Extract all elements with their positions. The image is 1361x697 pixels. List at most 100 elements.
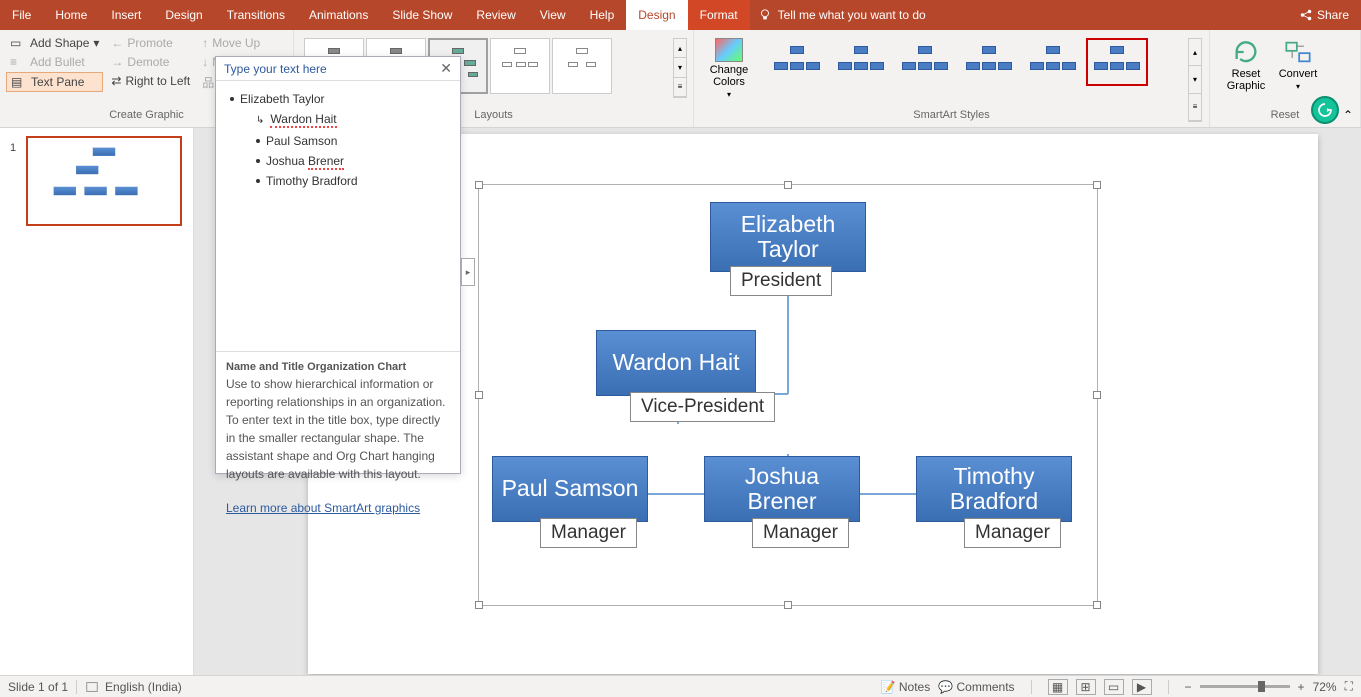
slide-thumbnail-1[interactable] xyxy=(26,136,182,226)
tab-file[interactable]: File xyxy=(0,0,43,30)
move-up-button[interactable]: ↑Move Up xyxy=(198,34,279,52)
styles-more[interactable]: ≡ xyxy=(1189,94,1201,121)
tab-transitions[interactable]: Transitions xyxy=(215,0,297,30)
thumbnail-number: 1 xyxy=(10,142,16,154)
add-shape-button[interactable]: ▭Add Shape ▾ xyxy=(6,34,103,52)
status-bar: Slide 1 of 1 English (India) 📝 Notes 💬 C… xyxy=(0,675,1361,697)
text-pane-item-4[interactable]: Joshua Brener xyxy=(230,151,446,171)
tell-me-search[interactable]: Tell me what you want to do xyxy=(758,8,926,22)
org-node-mgr3[interactable]: Timothy Bradford xyxy=(916,456,1072,522)
status-language[interactable]: English (India) xyxy=(105,680,182,694)
tab-insert[interactable]: Insert xyxy=(99,0,153,30)
org-node-mgr1[interactable]: Paul Samson xyxy=(492,456,648,522)
layout-option-5[interactable] xyxy=(552,38,612,94)
tab-review[interactable]: Review xyxy=(464,0,527,30)
style-option-5[interactable] xyxy=(1022,38,1084,86)
text-pane-item-2[interactable]: ↳Wardon Hait xyxy=(230,109,446,131)
org-title-mgr3[interactable]: Manager xyxy=(964,518,1061,548)
assistant-arrow-icon: ↳ xyxy=(256,115,264,126)
layouts-more[interactable]: ≡ xyxy=(674,78,686,97)
styles-scroll-up[interactable]: ▴ xyxy=(1189,39,1201,66)
reset-label: Reset Graphic xyxy=(1224,68,1268,92)
tab-smartart-format[interactable]: Format xyxy=(688,0,750,30)
zoom-in-button[interactable]: + xyxy=(1298,680,1305,694)
spellcheck-icon[interactable] xyxy=(85,680,99,694)
text-pane-body[interactable]: Elizabeth Taylor ↳Wardon Hait Paul Samso… xyxy=(216,81,460,351)
rtl-icon: ⇄ xyxy=(111,74,121,88)
text-pane-toggle[interactable]: ▸ xyxy=(461,258,475,286)
text-pane-item-5[interactable]: Timothy Bradford xyxy=(230,171,446,191)
bullet-icon xyxy=(256,159,260,163)
view-sorter-button[interactable]: ⊞ xyxy=(1076,679,1096,695)
text-pane-info-title: Name and Title Organization Chart xyxy=(226,361,406,373)
smartart-learn-more-link[interactable]: Learn more about SmartArt graphics xyxy=(226,501,420,515)
fit-to-window-button[interactable]: ⛶ xyxy=(1345,679,1353,694)
zoom-out-button[interactable]: − xyxy=(1185,680,1192,694)
arrow-up-icon: ↑ xyxy=(202,36,208,50)
text-pane-item-3[interactable]: Paul Samson xyxy=(230,131,446,151)
styles-scroller: ▴ ▾ ≡ xyxy=(1188,38,1202,122)
org-title-president[interactable]: President xyxy=(730,266,832,296)
rtl-button[interactable]: ⇄Right to Left xyxy=(107,72,194,90)
layout-icon: 品 xyxy=(202,74,214,91)
share-icon xyxy=(1299,8,1313,22)
layout-option-4[interactable] xyxy=(490,38,550,94)
style-option-4[interactable] xyxy=(958,38,1020,86)
layouts-scroll-down[interactable]: ▾ xyxy=(674,58,686,77)
style-option-3[interactable] xyxy=(894,38,956,86)
status-slide-count[interactable]: Slide 1 of 1 xyxy=(8,680,68,694)
slide-thumbnails: 1 xyxy=(0,128,194,675)
text-pane-close-button[interactable]: ✕ xyxy=(440,60,452,77)
status-notes-button[interactable]: 📝 Notes xyxy=(881,680,931,694)
org-title-mgr1[interactable]: Manager xyxy=(540,518,637,548)
tab-help[interactable]: Help xyxy=(578,0,627,30)
tab-home[interactable]: Home xyxy=(43,0,99,30)
tab-smartart-design[interactable]: Design xyxy=(626,0,687,30)
demote-button[interactable]: →Demote xyxy=(107,53,194,71)
dropdown-icon: ▾ xyxy=(93,36,99,50)
tab-view[interactable]: View xyxy=(528,0,578,30)
ribbon-tabs: File Home Insert Design Transitions Anim… xyxy=(0,0,1361,30)
tab-animations[interactable]: Animations xyxy=(297,0,380,30)
tab-slideshow[interactable]: Slide Show xyxy=(380,0,464,30)
style-option-2[interactable] xyxy=(830,38,892,86)
status-comments-button[interactable]: 💬 Comments xyxy=(938,680,1014,694)
promote-button[interactable]: ←Promote xyxy=(107,34,194,52)
reset-graphic-button[interactable]: Reset Graphic xyxy=(1224,38,1268,92)
styles-scroll-down[interactable]: ▾ xyxy=(1189,66,1201,93)
zoom-slider-thumb[interactable] xyxy=(1258,681,1265,692)
text-pane-button[interactable]: ▤Text Pane xyxy=(6,72,103,92)
org-node-vp[interactable]: Wardon Hait xyxy=(596,330,756,396)
share-label: Share xyxy=(1317,8,1349,22)
style-option-1[interactable] xyxy=(766,38,828,86)
view-normal-button[interactable]: ▦ xyxy=(1048,679,1068,695)
text-pane-info: Name and Title Organization Chart Use to… xyxy=(216,351,460,525)
convert-button[interactable]: Convert ▾ xyxy=(1276,38,1320,91)
org-node-president[interactable]: Elizabeth Taylor xyxy=(710,202,866,272)
view-reading-button[interactable]: ▭ xyxy=(1104,679,1124,695)
collapse-ribbon-button[interactable]: ⌃ xyxy=(1340,107,1356,123)
org-title-mgr2[interactable]: Manager xyxy=(752,518,849,548)
convert-label: Convert xyxy=(1279,68,1318,80)
view-slideshow-button[interactable]: ▶ xyxy=(1132,679,1152,695)
tab-design-main[interactable]: Design xyxy=(153,0,214,30)
group-label-styles: SmartArt Styles xyxy=(700,109,1203,123)
org-title-vp[interactable]: Vice-President xyxy=(630,392,775,422)
grammarly-badge[interactable] xyxy=(1311,96,1339,124)
add-bullet-button[interactable]: ≡Add Bullet xyxy=(6,53,103,71)
layouts-scroll-up[interactable]: ▴ xyxy=(674,39,686,58)
layouts-scroller: ▴ ▾ ≡ xyxy=(673,38,687,98)
style-option-6-selected[interactable] xyxy=(1086,38,1148,86)
org-node-mgr2[interactable]: Joshua Brener xyxy=(704,456,860,522)
zoom-slider[interactable] xyxy=(1200,685,1290,688)
zoom-percent[interactable]: 72% xyxy=(1313,680,1337,694)
change-colors-button[interactable]: Change Colors ▾ xyxy=(700,34,758,99)
share-button[interactable]: Share xyxy=(1299,8,1349,22)
bullet-icon xyxy=(230,97,234,101)
bullet-icon xyxy=(256,139,260,143)
dropdown-icon: ▾ xyxy=(1296,82,1300,91)
text-pane: Type your text here ✕ Elizabeth Taylor ↳… xyxy=(215,56,461,474)
tell-me-label: Tell me what you want to do xyxy=(778,8,926,22)
text-pane-item-1[interactable]: Elizabeth Taylor xyxy=(230,89,446,109)
dropdown-icon: ▾ xyxy=(727,90,731,99)
